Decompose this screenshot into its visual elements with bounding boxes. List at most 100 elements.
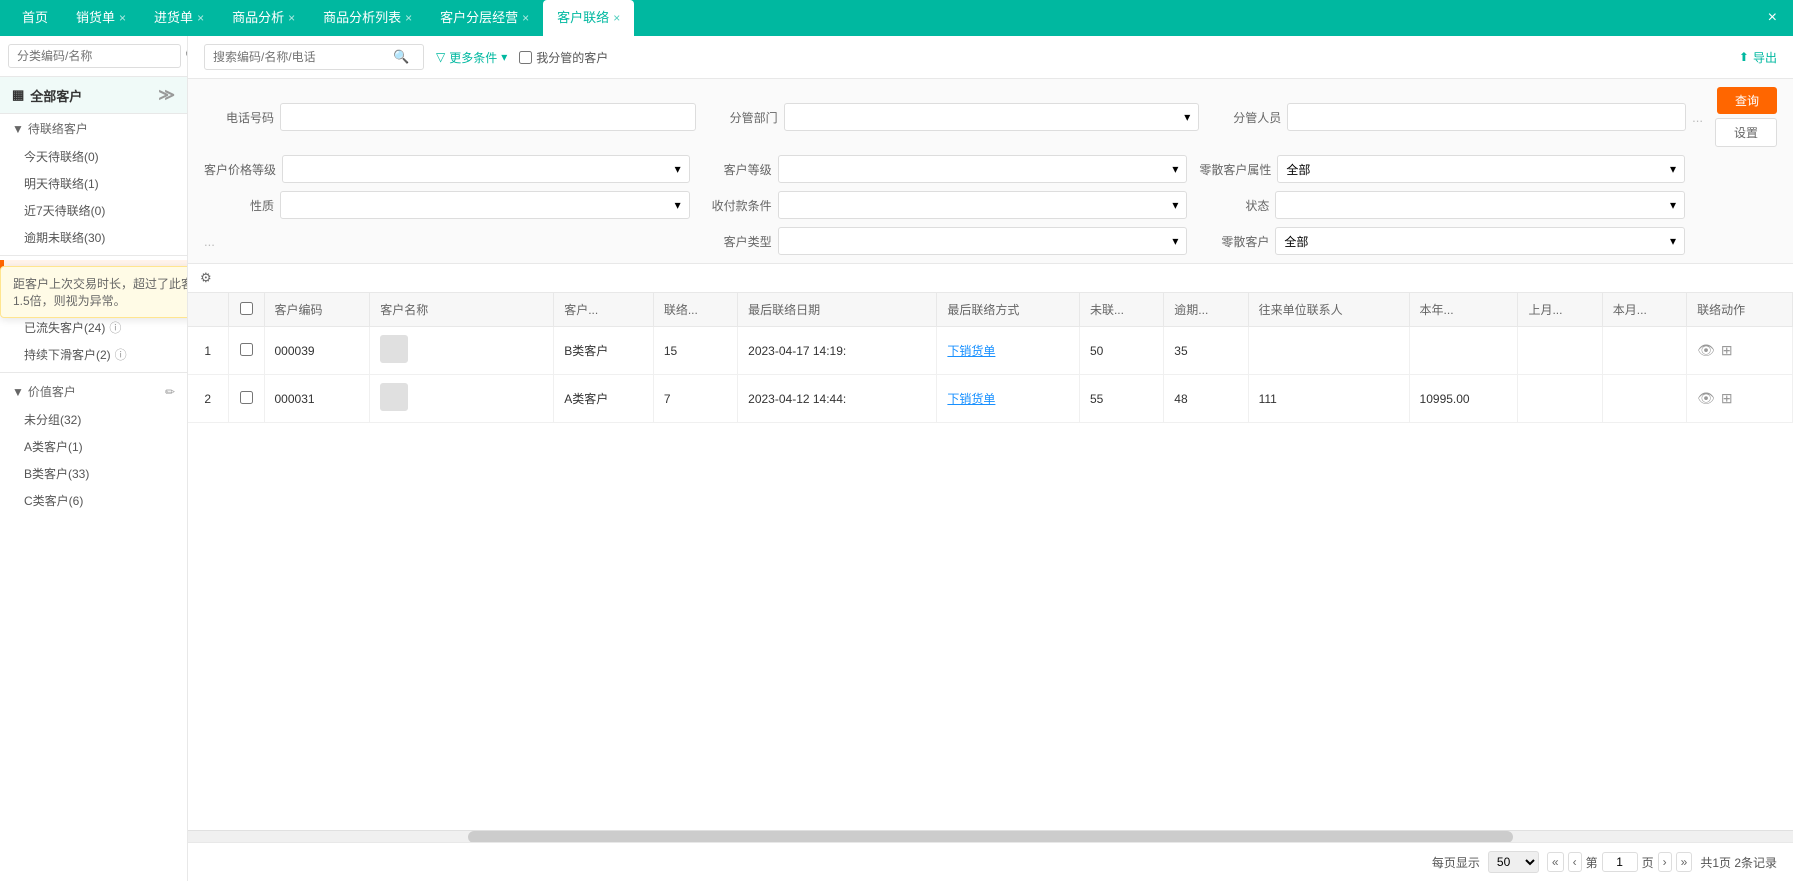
close-icon[interactable]: × bbox=[288, 0, 295, 36]
edit-icon[interactable]: ✏ bbox=[165, 385, 175, 399]
sidebar: 🔍 ▦ 全部客户 ≫ ▼ 待联络客户 今天待联络(0) 明天待联络(1) 近7天… bbox=[0, 36, 188, 881]
window-close-button[interactable]: × bbox=[1760, 9, 1785, 27]
nav-home[interactable]: 首页 bbox=[8, 0, 62, 36]
col-category[interactable]: 客户... bbox=[554, 293, 654, 327]
page-number-input[interactable] bbox=[1602, 852, 1638, 872]
last-page-button[interactable]: » bbox=[1676, 852, 1693, 872]
filter-row-2: 客户价格等级 ▾ 客户等级 ▾ 零散客户属性 全部 bbox=[204, 155, 1777, 183]
col-overdue[interactable]: 逾期... bbox=[1164, 293, 1248, 327]
sidebar-item-b-class[interactable]: B类客户(33) bbox=[0, 460, 187, 487]
export-button[interactable]: ⬆ 导出 bbox=[1739, 49, 1777, 66]
filter-extra: ... bbox=[204, 234, 690, 249]
nature-select[interactable]: ▾ bbox=[280, 191, 690, 219]
setting-button[interactable]: 设置 bbox=[1715, 118, 1777, 147]
view-contact-icon[interactable]: 👁 bbox=[1697, 342, 1715, 359]
table-header-row: 客户编码 客户名称 客户... 联络... 最后联络日期 最后联络方式 未联..… bbox=[188, 293, 1793, 327]
status-select[interactable]: ▾ bbox=[1275, 191, 1685, 219]
nav-product-analysis-list[interactable]: 商品分析列表 × bbox=[309, 0, 426, 36]
tooltip-box: 距客户上次交易时长，超过了此客户的平均交易周期的1.5倍，则视为异常。 bbox=[0, 266, 188, 318]
search-input[interactable] bbox=[213, 50, 393, 64]
prev-page-button[interactable]: ‹ bbox=[1568, 852, 1582, 872]
col-last-month[interactable]: 上月... bbox=[1518, 293, 1602, 327]
sidebar-item-today-pending[interactable]: 今天待联络(0) bbox=[0, 143, 187, 170]
cell-this-year: 10995.00 bbox=[1409, 375, 1518, 423]
last-contact-method-link[interactable]: 下销货单 bbox=[947, 344, 995, 358]
col-last-contact-method[interactable]: 最后联络方式 bbox=[937, 293, 1080, 327]
sidebar-search-icon[interactable]: 🔍 bbox=[185, 48, 188, 64]
nav-sales[interactable]: 销货单 × bbox=[62, 0, 140, 36]
sidebar-divider-1 bbox=[0, 255, 187, 256]
cell-action: 👁 ⊞ bbox=[1687, 375, 1793, 423]
sidebar-item-ungrouped[interactable]: 未分组(32) bbox=[0, 406, 187, 433]
col-this-month[interactable]: 本月... bbox=[1602, 293, 1686, 327]
col-contact[interactable]: 联络... bbox=[653, 293, 737, 327]
more-action-icon-2[interactable]: ⊞ bbox=[1721, 390, 1733, 407]
more-conditions-button[interactable]: ▽ 更多条件 ▾ bbox=[436, 49, 507, 66]
close-icon[interactable]: × bbox=[119, 0, 126, 36]
sidebar-item-lost-customers[interactable]: 已流失客户(24) ⓘ bbox=[0, 314, 187, 341]
sidebar-item-declining[interactable]: 持续下滑客户(2) ⓘ bbox=[0, 341, 187, 368]
last-contact-method-link-2[interactable]: 下销货单 bbox=[947, 392, 995, 406]
nav-purchase[interactable]: 进货单 × bbox=[140, 0, 218, 36]
action-buttons: 查询 设置 bbox=[1715, 87, 1777, 147]
close-icon[interactable]: × bbox=[405, 0, 412, 36]
collapse-icon[interactable]: ≫ bbox=[158, 85, 175, 105]
filter-retail-attribute: 零散客户属性 全部 ▾ bbox=[1199, 155, 1685, 183]
nav-customer-contact[interactable]: 客户联络 × bbox=[543, 0, 634, 36]
page-navigation: « ‹ 第 页 › » bbox=[1547, 852, 1692, 872]
retail-attribute-select[interactable]: 全部 ▾ bbox=[1277, 155, 1685, 183]
col-last-contact-date[interactable]: 最后联络日期 bbox=[738, 293, 937, 327]
horizontal-scrollbar[interactable] bbox=[188, 830, 1793, 842]
my-customers-checkbox[interactable] bbox=[519, 51, 532, 64]
sidebar-item-tomorrow-pending[interactable]: 明天待联络(1) bbox=[0, 170, 187, 197]
payment-terms-select[interactable]: ▾ bbox=[778, 191, 1188, 219]
filter-row-3: 性质 ▾ 收付款条件 ▾ 状态 bbox=[204, 191, 1777, 219]
cell-category: B类客户 bbox=[554, 327, 654, 375]
department-select[interactable]: ▾ bbox=[784, 103, 1200, 131]
col-code[interactable]: 客户编码 bbox=[264, 293, 370, 327]
close-icon[interactable]: × bbox=[197, 0, 204, 36]
customer-grade-select[interactable]: ▾ bbox=[778, 155, 1188, 183]
close-icon[interactable]: × bbox=[522, 0, 529, 36]
value-customers-group[interactable]: ▼ 价值客户 ✏ bbox=[0, 377, 187, 406]
phone-input[interactable] bbox=[280, 103, 696, 131]
col-this-year[interactable]: 本年... bbox=[1409, 293, 1518, 327]
table-settings-icon[interactable]: ⚙ bbox=[200, 270, 212, 286]
cell-category: A类客户 bbox=[554, 375, 654, 423]
select-all-checkbox[interactable] bbox=[240, 302, 253, 315]
col-unit-contact[interactable]: 往来单位联系人 bbox=[1248, 293, 1409, 327]
export-icon: ⬆ bbox=[1739, 50, 1749, 64]
cell-this-month bbox=[1602, 327, 1686, 375]
more-action-icon[interactable]: ⊞ bbox=[1721, 342, 1733, 359]
query-button[interactable]: 查询 bbox=[1717, 87, 1777, 114]
search-icon-main[interactable]: 🔍 bbox=[393, 49, 409, 65]
retail-customer-select[interactable]: 全部 ▾ bbox=[1275, 227, 1685, 255]
content-area: 🔍 ▽ 更多条件 ▾ 我分管的客户 ⬆ 导出 电话号码 bbox=[188, 36, 1793, 881]
filter-payment-terms: 收付款条件 ▾ bbox=[702, 191, 1188, 219]
per-page-select[interactable]: 50 10 20 100 bbox=[1488, 851, 1539, 873]
sidebar-search-input[interactable] bbox=[8, 44, 181, 68]
sidebar-item-week-pending[interactable]: 近7天待联络(0) bbox=[0, 197, 187, 224]
extra-dots-button[interactable]: ... bbox=[204, 234, 215, 249]
col-name[interactable]: 客户名称 bbox=[370, 293, 554, 327]
all-customers-header[interactable]: ▦ 全部客户 ≫ bbox=[0, 77, 187, 114]
row-checkbox-1[interactable] bbox=[240, 343, 253, 356]
view-contact-icon-2[interactable]: 👁 bbox=[1697, 390, 1715, 407]
pending-contact-group[interactable]: ▼ 待联络客户 bbox=[0, 114, 187, 143]
sidebar-item-c-class[interactable]: C类客户(6) bbox=[0, 487, 187, 514]
row-checkbox-2[interactable] bbox=[240, 391, 253, 404]
sidebar-item-overdue-pending[interactable]: 逾期未联络(30) bbox=[0, 224, 187, 251]
close-icon[interactable]: × bbox=[613, 0, 620, 36]
sidebar-item-a-class[interactable]: A类客户(1) bbox=[0, 433, 187, 460]
info-icon-4[interactable]: ⓘ bbox=[115, 346, 127, 363]
manager-dots-button[interactable]: ... bbox=[1692, 110, 1703, 125]
price-grade-select[interactable]: ▾ bbox=[282, 155, 690, 183]
nav-customer-tier[interactable]: 客户分层经营 × bbox=[426, 0, 543, 36]
nav-product-analysis[interactable]: 商品分析 × bbox=[218, 0, 309, 36]
col-pending[interactable]: 未联... bbox=[1079, 293, 1163, 327]
next-page-button[interactable]: › bbox=[1658, 852, 1672, 872]
customer-type-select[interactable]: ▾ bbox=[778, 227, 1188, 255]
manager-select[interactable] bbox=[1287, 103, 1686, 131]
info-icon-3[interactable]: ⓘ bbox=[109, 319, 121, 336]
first-page-button[interactable]: « bbox=[1547, 852, 1564, 872]
